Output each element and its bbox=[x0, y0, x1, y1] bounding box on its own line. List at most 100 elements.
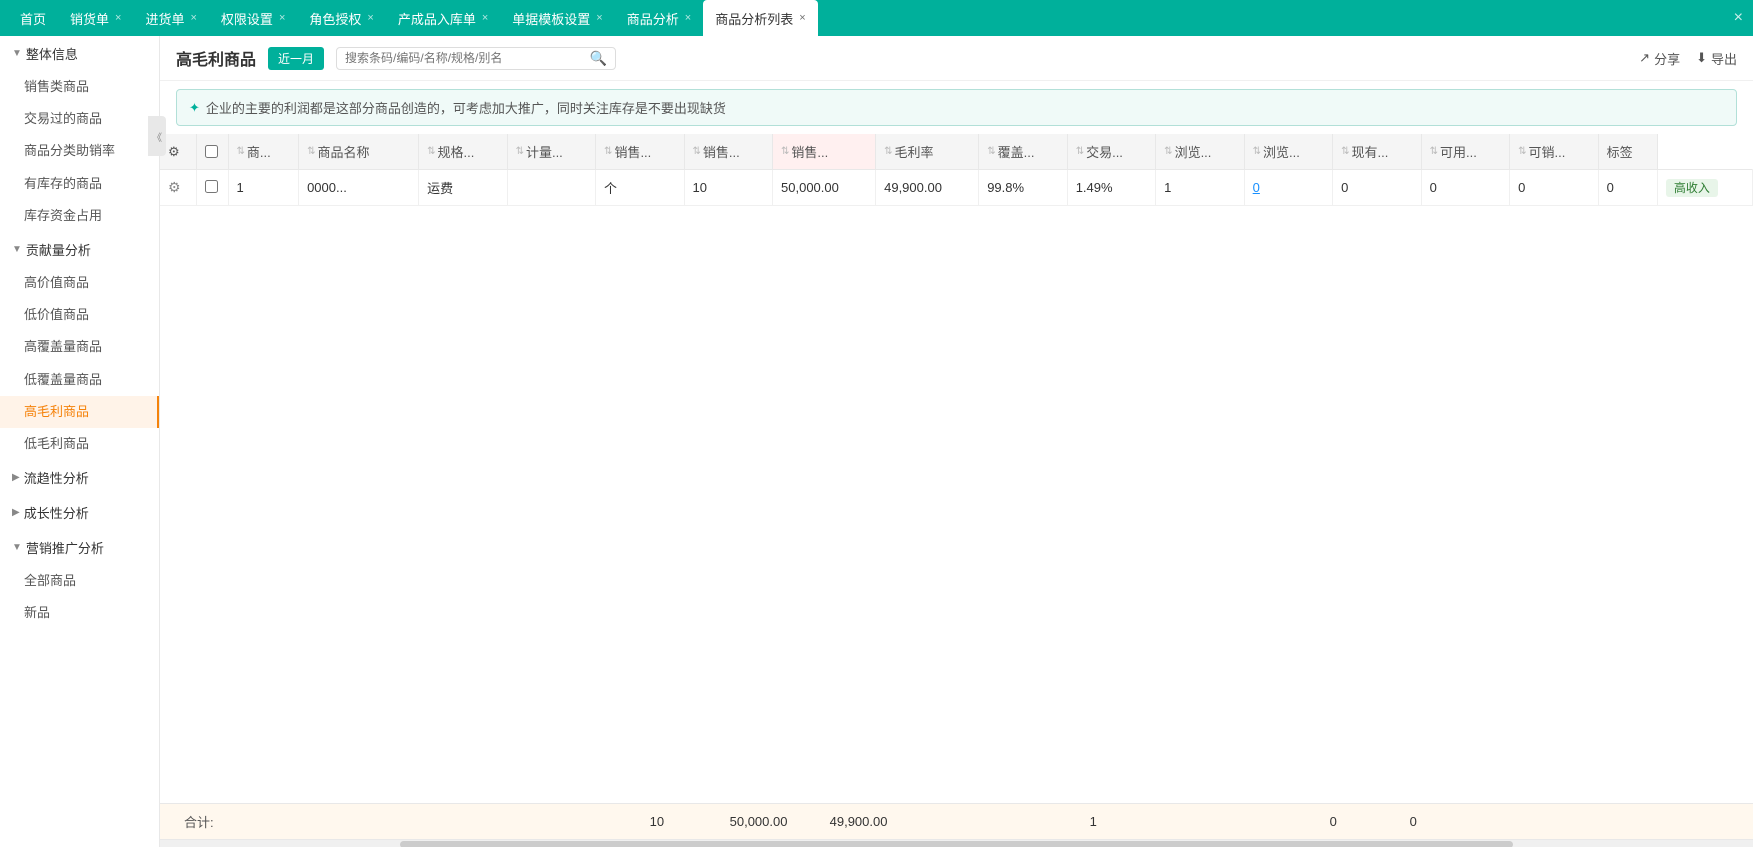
close-icon[interactable]: × bbox=[799, 12, 805, 24]
row-select-checkbox[interactable] bbox=[205, 180, 218, 193]
sidebar-item-high-value[interactable]: 高价值商品 bbox=[0, 267, 159, 299]
nav-item-purchase[interactable]: 进货单 × bbox=[133, 0, 208, 36]
sidebar-item-traded-goods[interactable]: 交易过的商品 bbox=[0, 103, 159, 135]
th-tag: 标签 bbox=[1598, 134, 1657, 170]
sort-icon: ⇅ bbox=[693, 146, 701, 157]
nav-item-product-analysis-list[interactable]: 商品分析列表 × bbox=[703, 0, 817, 36]
th-seq: ⇅商... bbox=[228, 134, 299, 170]
close-icon[interactable]: × bbox=[190, 12, 196, 24]
table-footer: 合计: 10 50,000.00 49,900.00 1 0 0 bbox=[160, 803, 1753, 839]
th-checkbox[interactable] bbox=[196, 134, 228, 170]
sidebar-item-low-margin[interactable]: 低毛利商品 bbox=[0, 428, 159, 460]
th-sales-amount: ⇅销售... bbox=[684, 134, 772, 170]
row-seq: 1 bbox=[228, 170, 299, 206]
close-icon[interactable]: × bbox=[367, 12, 373, 24]
sidebar-collapse-button[interactable]: 《 bbox=[148, 116, 166, 156]
data-table: ⚙ ⇅商... ⇅商品名称 ⇅规格... bbox=[160, 134, 1753, 206]
th-spec: ⇅规格... bbox=[419, 134, 507, 170]
close-icon[interactable]: × bbox=[279, 12, 285, 24]
sidebar-item-high-coverage[interactable]: 高覆盖量商品 bbox=[0, 331, 159, 363]
sidebar-item-category-rate[interactable]: 商品分类助销率 bbox=[0, 135, 159, 167]
nav-item-template[interactable]: 单据模板设置 × bbox=[500, 0, 614, 36]
sidebar-item-stock-capital[interactable]: 库存资金占用 bbox=[0, 200, 159, 232]
sidebar-group-trend[interactable]: ▶ 流趋性分析 bbox=[0, 460, 159, 495]
window-close-button[interactable]: × bbox=[1734, 9, 1743, 27]
nav-item-product-stock[interactable]: 产成品入库单 × bbox=[386, 0, 500, 36]
th-coverage: ⇅覆盖... bbox=[979, 134, 1067, 170]
select-all-checkbox[interactable] bbox=[205, 145, 218, 158]
close-icon[interactable]: × bbox=[685, 12, 691, 24]
search-icon[interactable]: 🔍 bbox=[590, 50, 607, 67]
row-tag: 高收入 bbox=[1657, 170, 1752, 206]
search-input[interactable] bbox=[345, 51, 590, 65]
nav-item-home[interactable]: 首页 bbox=[8, 0, 58, 36]
sidebar-group-marketing[interactable]: ▼ 营销推广分析 bbox=[0, 530, 159, 565]
nav-item-sales[interactable]: 销货单 × bbox=[58, 0, 133, 36]
sort-icon: ⇅ bbox=[884, 146, 892, 157]
sidebar-group-contribution[interactable]: ▼ 贡献量分析 bbox=[0, 232, 159, 267]
footer-available: 0 bbox=[1402, 814, 1482, 829]
scrollbar-thumb[interactable] bbox=[400, 841, 1513, 847]
nav-item-roles[interactable]: 角色授权 × bbox=[297, 0, 385, 36]
footer-stock-now: 0 bbox=[1322, 814, 1402, 829]
th-sales-qty: ⇅销售... bbox=[596, 134, 684, 170]
close-icon[interactable]: × bbox=[115, 12, 121, 24]
share-icon: ↗ bbox=[1639, 50, 1650, 66]
sort-icon: ⇅ bbox=[516, 146, 524, 157]
main-layout: ▼ 整体信息 销售类商品 交易过的商品 商品分类助销率 有库存的商品 库存资金占… bbox=[0, 36, 1753, 847]
content-header: 高毛利商品 近一月 🔍 ↗ 分享 ⬇ 导出 bbox=[160, 36, 1753, 81]
header-actions: ↗ 分享 ⬇ 导出 bbox=[1639, 49, 1737, 68]
nav-item-permissions[interactable]: 权限设置 × bbox=[209, 0, 297, 36]
th-available: ⇅可用... bbox=[1421, 134, 1509, 170]
footer-sales-amount: 50,000.00 bbox=[722, 814, 822, 829]
row-checkbox[interactable] bbox=[196, 170, 228, 206]
row-sales-amount: 50,000.00 bbox=[773, 170, 876, 206]
table-header-row: ⚙ ⇅商... ⇅商品名称 ⇅规格... bbox=[160, 134, 1753, 170]
row-stock-now: 0 bbox=[1421, 170, 1509, 206]
row-code: 0000... bbox=[299, 170, 419, 206]
table-row: ⚙ 1 0000... 运费 个 10 50,000.00 49,900.00 … bbox=[160, 170, 1753, 206]
sidebar-item-in-stock[interactable]: 有库存的商品 bbox=[0, 168, 159, 200]
nav-item-product-analysis[interactable]: 商品分析 × bbox=[615, 0, 703, 36]
close-icon[interactable]: × bbox=[596, 12, 602, 24]
sort-icon: ⇅ bbox=[307, 146, 315, 157]
row-browse1[interactable]: 0 bbox=[1244, 170, 1332, 206]
sort-icon: ⇅ bbox=[427, 146, 435, 157]
th-trade: ⇅交易... bbox=[1067, 134, 1155, 170]
th-sellable: ⇅可销... bbox=[1510, 134, 1598, 170]
sidebar-item-sales-goods[interactable]: 销售类商品 bbox=[0, 71, 159, 103]
th-browse1: ⇅浏览... bbox=[1156, 134, 1244, 170]
sort-icon: ⇅ bbox=[781, 146, 789, 157]
chevron-right-icon: ▶ bbox=[12, 507, 20, 518]
th-browse2: ⇅浏览... bbox=[1244, 134, 1332, 170]
search-box: 🔍 bbox=[336, 47, 616, 70]
row-settings[interactable]: ⚙ bbox=[160, 170, 196, 206]
th-name: ⇅商品名称 bbox=[299, 134, 419, 170]
th-stock-now: ⇅现有... bbox=[1333, 134, 1421, 170]
star-icon: ✦ bbox=[189, 100, 200, 116]
sort-icon: ⇅ bbox=[1518, 146, 1526, 157]
row-sales-profit: 49,900.00 bbox=[876, 170, 979, 206]
sort-icon: ⇅ bbox=[1341, 146, 1349, 157]
row-sales-qty: 10 bbox=[684, 170, 772, 206]
share-button[interactable]: ↗ 分享 bbox=[1639, 49, 1680, 68]
chevron-right-icon: ▶ bbox=[12, 472, 20, 483]
sidebar-item-high-margin[interactable]: 高毛利商品 bbox=[0, 396, 159, 428]
sidebar-item-low-value[interactable]: 低价值商品 bbox=[0, 299, 159, 331]
footer-label: 合计: bbox=[176, 812, 222, 831]
settings-icon[interactable]: ⚙ bbox=[168, 144, 180, 160]
time-filter-button[interactable]: 近一月 bbox=[268, 47, 324, 70]
sidebar-item-new-goods[interactable]: 新品 bbox=[0, 597, 159, 629]
sidebar-group-growth[interactable]: ▶ 成长性分析 bbox=[0, 495, 159, 530]
export-icon: ⬇ bbox=[1696, 50, 1707, 66]
sidebar-item-low-coverage[interactable]: 低覆盖量商品 bbox=[0, 364, 159, 396]
export-button[interactable]: ⬇ 导出 bbox=[1696, 49, 1737, 68]
close-icon[interactable]: × bbox=[482, 12, 488, 24]
sidebar-group-overall[interactable]: ▼ 整体信息 bbox=[0, 36, 159, 71]
sidebar-item-all-goods[interactable]: 全部商品 bbox=[0, 565, 159, 597]
chevron-down-icon: ▼ bbox=[12, 244, 22, 255]
row-name: 运费 bbox=[419, 170, 507, 206]
table-container[interactable]: ⚙ ⇅商... ⇅商品名称 ⇅规格... bbox=[160, 134, 1753, 803]
info-banner: ✦ 企业的主要的利润都是这部分商品创造的，可考虑加大推广，同时关注库存是不要出现… bbox=[176, 89, 1737, 126]
horizontal-scrollbar[interactable] bbox=[160, 839, 1753, 847]
